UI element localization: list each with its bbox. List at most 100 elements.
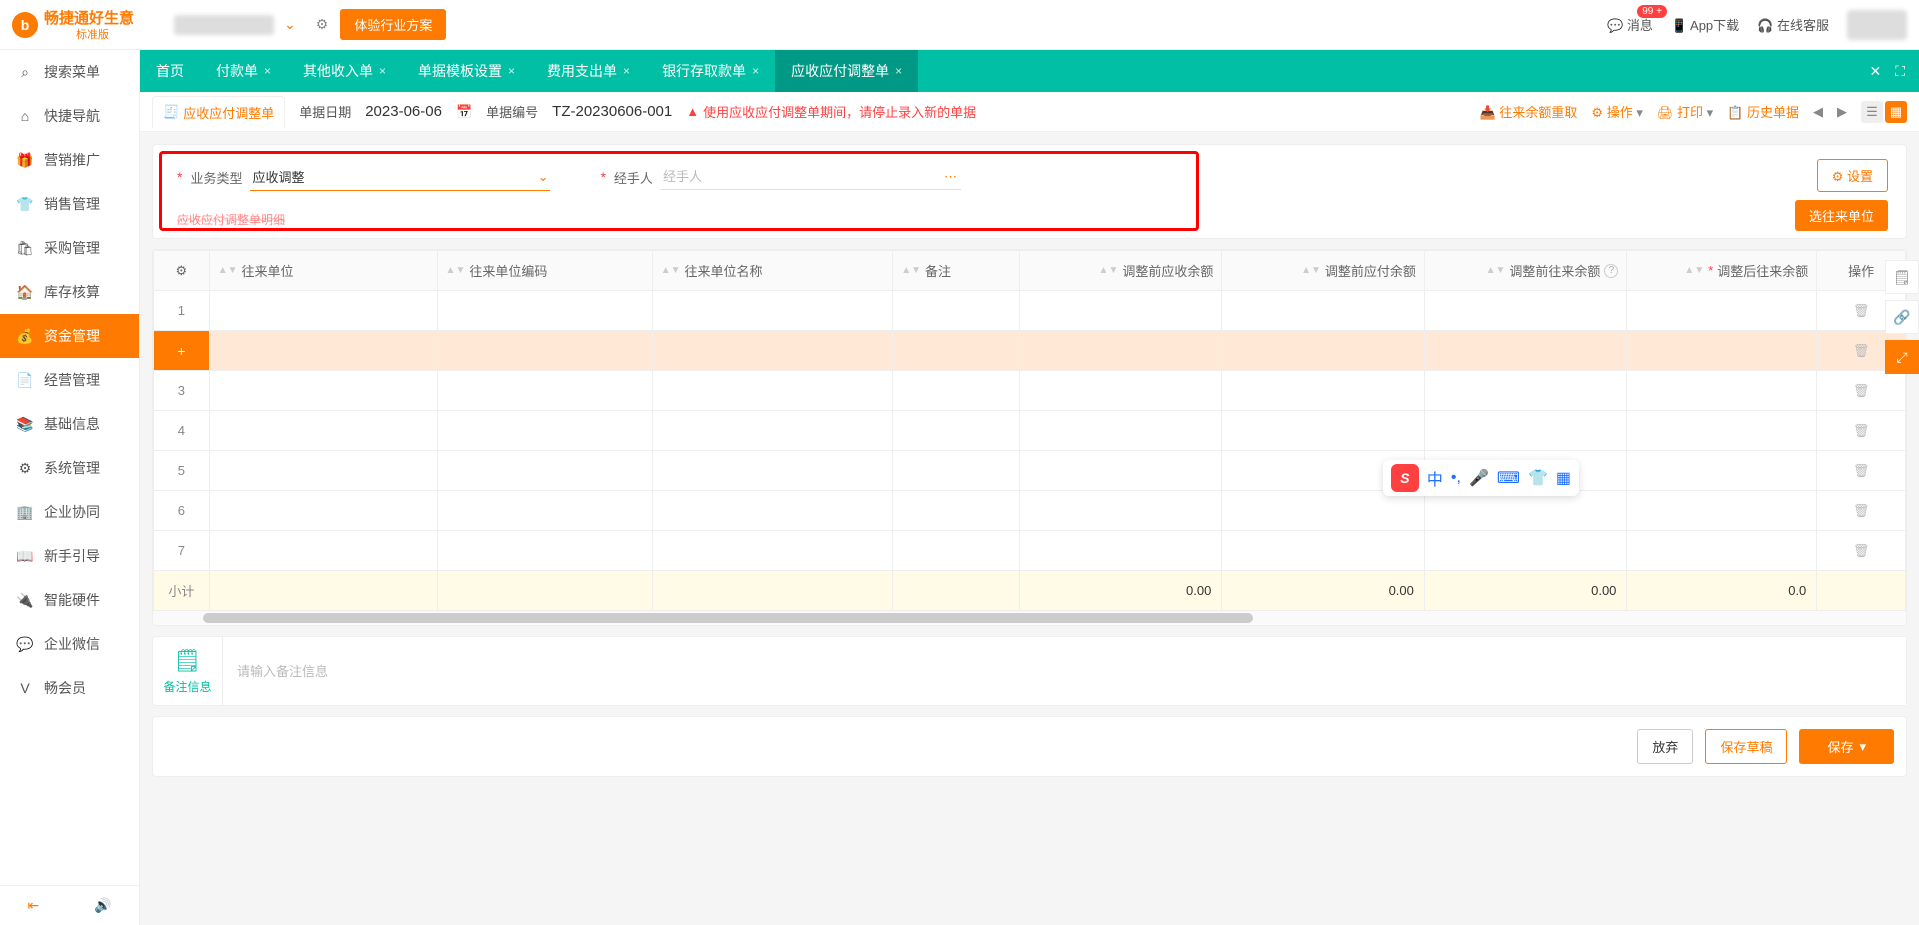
biztype-select[interactable]: 应收调整 ⌄ [250,163,550,191]
sidebar-item-search-menu[interactable]: ⌕搜索菜单 [0,50,139,94]
sound-icon[interactable]: 🔊 [94,897,111,914]
col-gear[interactable]: ⚙ [154,251,210,291]
cell-after-bal[interactable] [1627,411,1817,451]
cell-code[interactable] [437,411,652,451]
reget-balance-link[interactable]: 📥 往来余额重取 [1480,102,1578,121]
trial-button[interactable]: 体验行业方案 [340,9,446,40]
cell-name[interactable] [652,451,893,491]
sidebar-item-wechat[interactable]: 💬企业微信 [0,622,139,666]
cell-unit[interactable] [209,331,437,371]
gear-icon[interactable]: ⚙ [316,16,329,33]
cell-unit[interactable] [209,491,437,531]
cell-name[interactable] [652,491,893,531]
cell-unit[interactable] [209,451,437,491]
cell-after-bal[interactable] [1627,531,1817,571]
tab-应收应付调整单[interactable]: 应收应付调整单× [775,50,918,92]
cell-before-recv[interactable] [1019,371,1222,411]
cell-before-bal[interactable] [1424,411,1627,451]
tab-close-icon[interactable]: × [508,64,515,78]
cell-name[interactable] [652,291,893,331]
tab-close-icon[interactable]: × [264,64,271,78]
cell-name[interactable] [652,371,893,411]
save-button[interactable]: 保存▾ [1799,729,1894,764]
col-remark[interactable]: ▲▼备注 [893,251,1020,291]
sidebar-item-quick-nav[interactable]: ⌂快捷导航 [0,94,139,138]
col-unit[interactable]: ▲▼往来单位 [209,251,437,291]
handler-input[interactable] [663,169,944,184]
remark-input[interactable] [223,637,1906,705]
delete-row-icon[interactable]: 🗑 [1853,303,1870,318]
horizontal-scrollbar[interactable] [153,611,1906,625]
delete-row-icon[interactable]: 🗑 [1853,543,1870,558]
operate-link[interactable]: ⚙ 操作 ▾ [1591,102,1642,121]
col-before-pay[interactable]: ▲▼调整前应付余额 [1222,251,1425,291]
app-download-link[interactable]: 📱 App下载 [1671,15,1739,34]
cell-remark[interactable] [893,411,1020,451]
cell-before-recv[interactable] [1019,331,1222,371]
view-card-icon[interactable]: ▦ [1885,101,1907,123]
cell-after-bal[interactable] [1627,451,1817,491]
cell-unit[interactable] [209,531,437,571]
cell-before-pay[interactable] [1222,291,1425,331]
cell-after-bal[interactable] [1627,331,1817,371]
table-row[interactable]: 1🗑 [154,291,1906,331]
calendar-icon[interactable]: 📅 [456,104,472,120]
cell-code[interactable] [437,491,652,531]
ime-punct-icon[interactable]: •, [1451,469,1461,487]
col-before-recv[interactable]: ▲▼调整前应收余额 [1019,251,1222,291]
cell-name[interactable] [652,331,893,371]
delete-row-icon[interactable]: 🗑 [1853,343,1870,358]
sidebar-item-funds[interactable]: 💰资金管理 [0,314,139,358]
tab-首页[interactable]: 首页 [140,50,200,92]
cell-after-bal[interactable] [1627,291,1817,331]
sidebar-item-system[interactable]: ⚙系统管理 [0,446,139,490]
sidebar-item-operation[interactable]: 📄经营管理 [0,358,139,402]
cell-unit[interactable] [209,371,437,411]
rail-link-icon[interactable]: 🔗 [1885,300,1919,334]
ime-keyboard-icon[interactable]: ⌨ [1497,468,1520,488]
cell-before-bal[interactable] [1424,531,1627,571]
add-row-icon[interactable]: + [171,341,191,361]
delete-row-icon[interactable]: 🗑 [1853,503,1870,518]
cell-before-bal[interactable] [1424,371,1627,411]
delete-row-icon[interactable]: 🗑 [1853,463,1870,478]
tab-close-all-icon[interactable]: ✕ [1869,63,1881,80]
cell-code[interactable] [437,451,652,491]
delete-row-icon[interactable]: 🗑 [1853,423,1870,438]
cell-code[interactable] [437,331,652,371]
tab-单据模板设置[interactable]: 单据模板设置× [402,50,531,92]
messages-link[interactable]: 💬 消息 99 + [1607,15,1653,34]
cell-before-bal[interactable] [1424,331,1627,371]
cell-before-bal[interactable] [1424,291,1627,331]
table-row[interactable]: 4🗑 [154,411,1906,451]
cell-before-recv[interactable] [1019,291,1222,331]
history-link[interactable]: 📋 历史单据 [1727,102,1799,121]
tab-费用支出单[interactable]: 费用支出单× [531,50,646,92]
next-doc-icon[interactable]: ▶ [1837,104,1847,120]
tab-其他收入单[interactable]: 其他收入单× [287,50,402,92]
table-row[interactable]: 5🗑 [154,451,1906,491]
table-row[interactable]: 3🗑 [154,371,1906,411]
cell-name[interactable] [652,531,893,571]
cell-remark[interactable] [893,371,1020,411]
ime-lang[interactable]: 中 [1427,466,1443,490]
settings-button[interactable]: ⚙ 设置 [1817,159,1888,192]
col-before-bal[interactable]: ▲▼调整前往来余额 ? [1424,251,1627,291]
cell-before-bal[interactable] [1424,491,1627,531]
cell-remark[interactable] [893,491,1020,531]
table-row[interactable]: 6🗑 [154,491,1906,531]
handler-picker-icon[interactable]: ⋯ [944,169,959,185]
cell-before-recv[interactable] [1019,531,1222,571]
table-row[interactable]: 7🗑 [154,531,1906,571]
col-code[interactable]: ▲▼往来单位编码 [437,251,652,291]
sidebar-item-inventory[interactable]: 🏠库存核算 [0,270,139,314]
ime-grid-icon[interactable]: ▦ [1556,468,1571,488]
sidebar-item-purchase[interactable]: 🛍采购管理 [0,226,139,270]
cell-before-pay[interactable] [1222,531,1425,571]
save-draft-button[interactable]: 保存草稿 [1705,729,1787,764]
tab-close-icon[interactable]: × [752,64,759,78]
cell-after-bal[interactable] [1627,371,1817,411]
prev-doc-icon[interactable]: ◀ [1813,104,1823,120]
cell-before-pay[interactable] [1222,411,1425,451]
cell-name[interactable] [652,411,893,451]
